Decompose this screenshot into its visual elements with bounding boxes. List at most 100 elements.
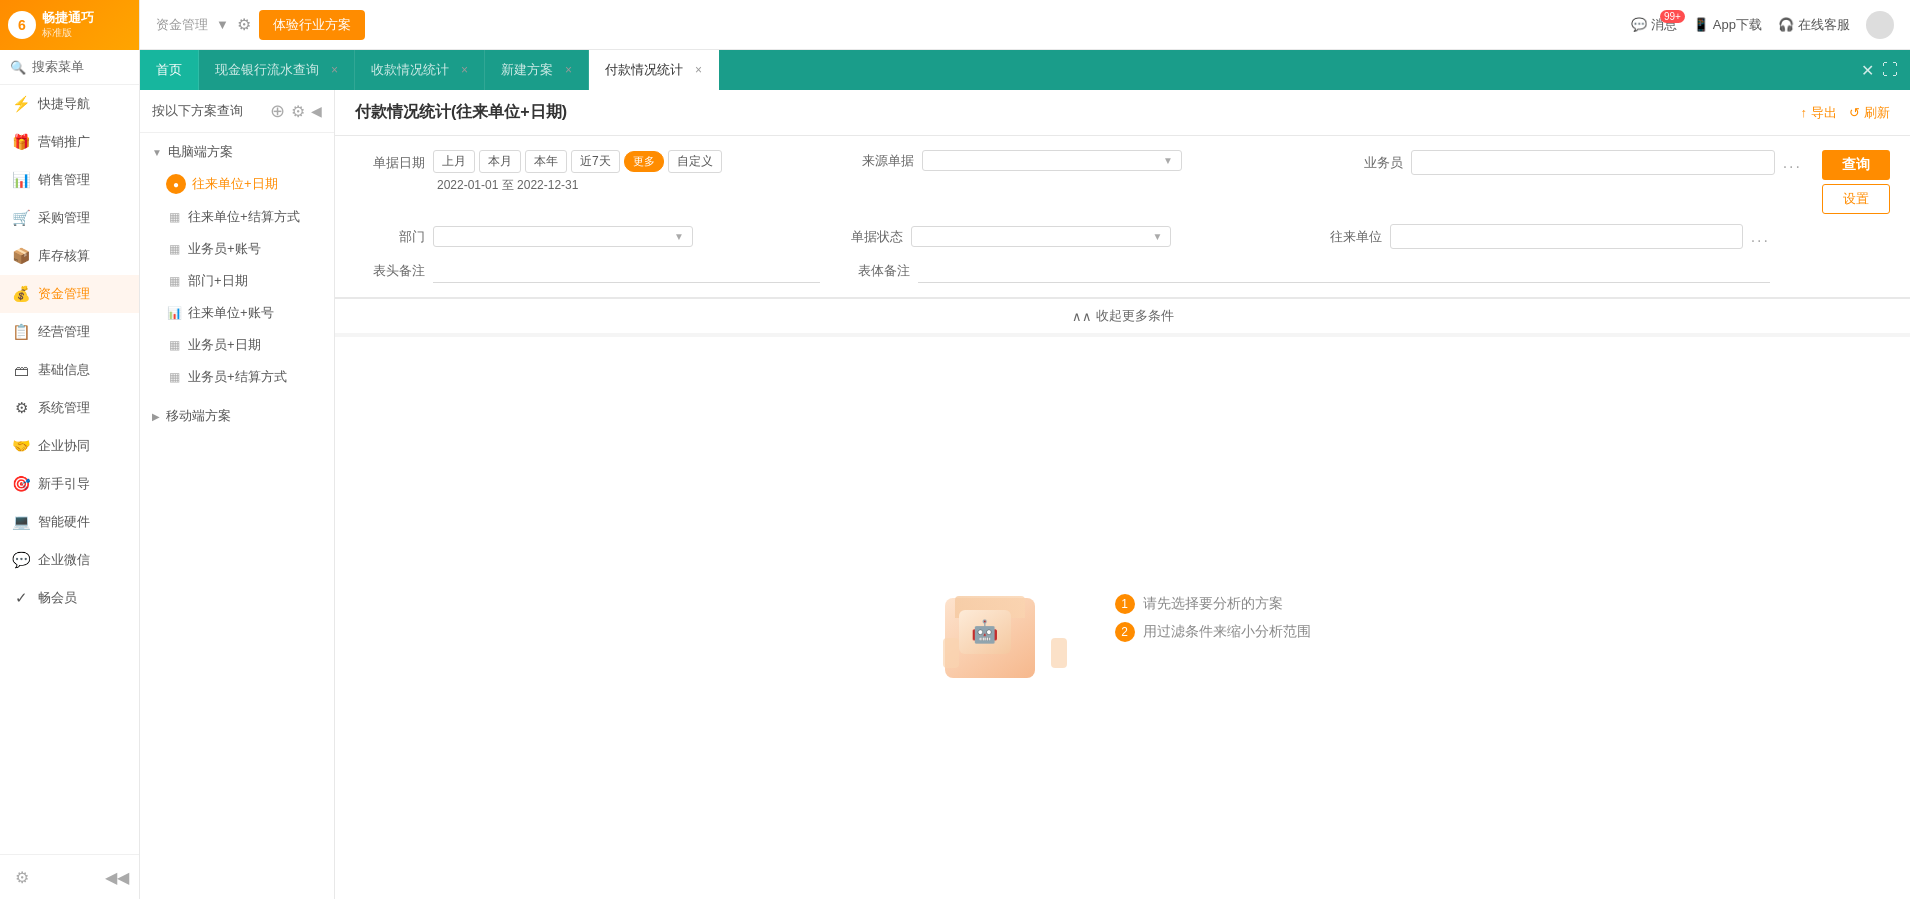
headset-icon: 🎧 [1778,17,1794,32]
collapse-btn[interactable]: ∧∧ 收起更多条件 [1072,307,1174,325]
sidebar-search[interactable]: 🔍 搜索菜单 [0,50,139,85]
tab-bank-flow[interactable]: 现金银行流水查询 × [199,50,355,90]
tab-collection-stats-label: 收款情况统计 [371,61,449,79]
tab-home[interactable]: 首页 [140,50,199,90]
sidebar-item-inventory[interactable]: 📦 库存核算 [0,237,139,275]
note-body-input[interactable] [918,263,1770,278]
sidebar-item-guide[interactable]: 🎯 新手引导 [0,465,139,503]
more-date-btn[interactable]: 更多 [624,151,664,172]
sidebar-item-capital[interactable]: 💰 资金管理 [0,275,139,313]
unit-dots-btn[interactable]: ... [1751,228,1770,246]
staff-input[interactable] [1420,155,1766,170]
scheme-item-staff-date[interactable]: ▦ 业务员+日期 [140,329,334,361]
refresh-action[interactable]: ↺ 刷新 [1849,104,1890,122]
tabbar: 首页 现金银行流水查询 × 收款情况统计 × 新建方案 × 付款情况统计 × ✕… [140,50,1910,90]
sidebar-item-label: 畅会员 [38,589,77,607]
smart-hw-icon: 💻 [12,513,30,531]
query-btn[interactable]: 查询 [1822,150,1890,180]
scheme-item-bar-icon: 📊 [166,305,182,321]
scheme-collapse-icon[interactable]: ◀ [311,103,322,119]
scheme-item-unit-date[interactable]: ● 往来单位+日期 [140,167,334,201]
dept-select[interactable]: ▼ [433,226,693,247]
app-download-btn[interactable]: 📱 App下载 [1693,16,1762,34]
staff-label: 业务员 [1333,154,1403,172]
unit-label: 往来单位 [1312,228,1382,246]
settings-btn[interactable]: 设置 [1822,184,1890,214]
sidebar-item-basic-info[interactable]: 🗃 基础信息 [0,351,139,389]
doc-status-label: 单据状态 [833,228,903,246]
sidebar-item-purchase[interactable]: 🛒 采购管理 [0,199,139,237]
empty-hint-2: 2 用过滤条件来缩小分析范围 [1115,622,1311,642]
scheme-item-staff-settlement[interactable]: ▦ 业务员+结算方式 [140,361,334,393]
scheme-add-icon[interactable]: ⊕ [270,100,285,122]
sidebar-header: 6 畅捷通巧 标准版 [0,0,139,50]
tab-bank-flow-close-icon[interactable]: × [331,63,338,77]
export-label: 导出 [1811,104,1837,122]
sidebar-item-operations[interactable]: 📋 经营管理 [0,313,139,351]
this-month-btn[interactable]: 本月 [479,150,521,173]
tab-collection-stats-close-icon[interactable]: × [461,63,468,77]
sidebar-item-marketing[interactable]: 🎁 营销推广 [0,123,139,161]
topbar-left: 资金管理 ▼ ⚙ 体验行业方案 [156,10,1619,40]
this-year-btn[interactable]: 本年 [525,150,567,173]
empty-hint-1: 1 请先选择要分析的方案 [1115,594,1311,614]
scheme-item-unit-date-label: 往来单位+日期 [192,175,278,193]
tab-new-plan-label: 新建方案 [501,61,553,79]
mobile-group-header[interactable]: ▶ 移动端方案 [140,401,334,431]
sidebar-item-label: 营销推广 [38,133,90,151]
scheme-settings-icon[interactable]: ⚙ [291,102,305,121]
sidebar-item-quick-nav[interactable]: ⚡ 快捷导航 [0,85,139,123]
user-avatar[interactable] [1866,11,1894,39]
sidebar-item-member[interactable]: ✓ 畅会员 [0,579,139,617]
scheme-item-staff-account[interactable]: ▦ 业务员+账号 [140,233,334,265]
doc-status-select[interactable]: ▼ [911,226,1171,247]
export-action[interactable]: ↑ 导出 [1801,104,1838,122]
trial-btn[interactable]: 体验行业方案 [259,10,365,40]
sidebar-item-system[interactable]: ⚙ 系统管理 [0,389,139,427]
tab-payment-stats[interactable]: 付款情况统计 × [589,50,719,90]
staff-dots-btn[interactable]: ... [1783,154,1802,172]
desktop-group-header[interactable]: ▼ 电脑端方案 [140,137,334,167]
collapse-label: 收起更多条件 [1096,307,1174,325]
sidebar-item-enterprise-wx[interactable]: 💬 企业微信 [0,541,139,579]
sidebar-item-label: 经营管理 [38,323,90,341]
sidebar-footer: ⚙ ◀◀ [0,854,139,899]
date-buttons: 上月 本月 本年 近7天 更多 自定义 [433,150,824,173]
tab-payment-stats-close-icon[interactable]: × [695,63,702,77]
last-month-btn[interactable]: 上月 [433,150,475,173]
tab-new-plan[interactable]: 新建方案 × [485,50,589,90]
tab-payment-stats-label: 付款情况统计 [605,61,683,79]
source-select[interactable]: ▼ [922,150,1182,171]
header-actions: ↑ 导出 ↺ 刷新 [1801,104,1891,122]
mobile-group-label: 移动端方案 [166,407,231,425]
tab-collection-stats[interactable]: 收款情况统计 × [355,50,485,90]
sidebar-item-sales[interactable]: 📊 销售管理 [0,161,139,199]
custom-date-btn[interactable]: 自定义 [668,150,722,173]
scheme-item-unit-settlement[interactable]: ▦ 往来单位+结算方式 [140,201,334,233]
scheme-item-unit-account[interactable]: 📊 往来单位+账号 [140,297,334,329]
online-service-btn[interactable]: 🎧 在线客服 [1778,16,1850,34]
sidebar-item-smart-hw[interactable]: 💻 智能硬件 [0,503,139,541]
scheme-item-unit-account-label: 往来单位+账号 [188,304,274,322]
sidebar-item-enterprise[interactable]: 🤝 企业协同 [0,427,139,465]
scheme-item-dept-date[interactable]: ▦ 部门+日期 [140,265,334,297]
source-chevron-icon: ▼ [1163,155,1173,166]
purchase-icon: 🛒 [12,209,30,227]
last-7days-btn[interactable]: 近7天 [571,150,620,173]
topbar-gear-icon[interactable]: ⚙ [237,15,251,34]
tab-close-all-icon[interactable]: ✕ [1861,61,1874,80]
note-header-label: 表头备注 [355,262,425,280]
refresh-label: 刷新 [1864,104,1890,122]
topbar: 资金管理 ▼ ⚙ 体验行业方案 💬 消息 99+ 📱 App下载 🎧 在线客服 [140,0,1910,50]
sidebar-settings-icon[interactable]: ⚙ [10,865,34,889]
guide-icon: 🎯 [12,475,30,493]
message-btn[interactable]: 💬 消息 99+ [1631,16,1677,34]
search-icon: 🔍 [10,60,26,75]
scheme-item-dot-icon: ● [166,174,186,194]
unit-input[interactable] [1399,229,1734,244]
tab-expand-icon[interactable]: ⛶ [1882,61,1898,79]
tab-new-plan-close-icon[interactable]: × [565,63,572,77]
sidebar-collapse-icon[interactable]: ◀◀ [105,865,129,889]
member-icon: ✓ [12,589,30,607]
note-header-input[interactable] [433,263,820,278]
